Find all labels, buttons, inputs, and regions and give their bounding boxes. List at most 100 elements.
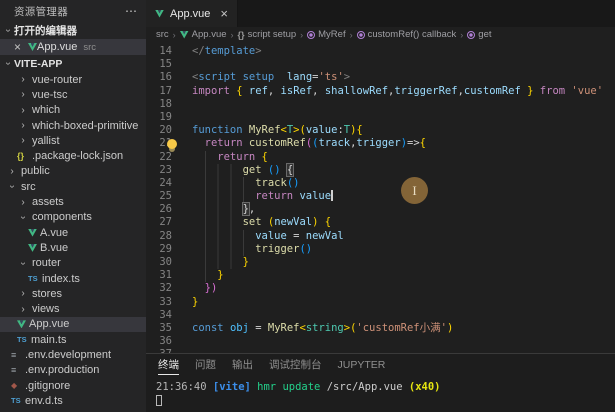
open-editor-item[interactable]: × App.vue src [0, 39, 146, 55]
line-number: 27 [159, 216, 172, 229]
code-line-24[interactable]: 24 track() [146, 176, 615, 191]
code-line-18[interactable]: 18 [146, 98, 615, 111]
more-actions-icon[interactable]: ⋯ [125, 4, 138, 18]
tree-item-app-vue[interactable]: App.vue [0, 316, 146, 333]
breadcrumb: src › App.vue ›{} script setup › MyRef › customR… [146, 27, 615, 42]
panel-tab-JUPYTER[interactable]: JUPYTER [338, 354, 386, 375]
breadcrumb-item-src[interactable]: src [156, 29, 169, 40]
line-content: return { [192, 150, 268, 164]
code-line-14[interactable]: 14 </template> [146, 45, 615, 58]
code-line-23[interactable]: 23 get () { [146, 162, 615, 177]
tree-item-label: .gitignore [25, 379, 71, 392]
panel-tab-调试控制台[interactable]: 调试控制台 [269, 354, 322, 375]
tree-item--env-production[interactable]: ≡ .env.production [0, 363, 146, 378]
project-section-header[interactable]: › VITE-APP [0, 55, 146, 72]
vue-icon [179, 30, 189, 39]
chevron-right-icon: › [10, 165, 14, 177]
code-line-32[interactable]: 32 }) [146, 282, 615, 295]
panel-tab-输出[interactable]: 输出 [232, 354, 253, 375]
line-content: const obj = MyRef<string>('customRef小满') [192, 321, 454, 334]
tree-item-label: src [21, 180, 36, 193]
chevron-right-icon: › [17, 215, 29, 219]
panel-tab-问题[interactable]: 问题 [195, 354, 216, 375]
code-line-15[interactable]: 15 [146, 58, 615, 71]
breadcrumb-item-myref[interactable]: MyRef [307, 29, 346, 40]
code-line-29[interactable]: 29 trigger() [146, 242, 615, 256]
code-line-16[interactable]: 16 <script setup lang='ts'> [146, 71, 615, 84]
tree-item-a-vue[interactable]: A.vue [0, 225, 146, 240]
close-icon[interactable]: × [14, 40, 28, 54]
tree-item-which-boxed-primitive[interactable]: › which-boxed-primitive [0, 118, 146, 133]
line-content: return customRef((track,trigger)=>{ [192, 137, 426, 149]
tree-item-assets[interactable]: › assets [0, 194, 146, 209]
code-line-37[interactable]: 37 [146, 348, 615, 353]
code-line-31[interactable]: 31} [146, 269, 615, 283]
line-number: 24 [159, 176, 172, 189]
tree-item-components[interactable]: › components [0, 210, 146, 225]
code-line-27[interactable]: 27 set (newVal) { [146, 216, 615, 230]
tree-item-stores[interactable]: › stores [0, 286, 146, 301]
code-editor[interactable]: 14 </template> 15 16 <script setup lang='ts'… [146, 42, 615, 353]
chevron-right-icon: › [21, 303, 25, 315]
tree-item-b-vue[interactable]: B.vue [0, 240, 146, 255]
code-line-26[interactable]: 26}, [146, 202, 615, 217]
breadcrumb-item-customref-callback[interactable]: customRef() callback [356, 29, 456, 40]
tree-item--gitignore[interactable]: ◆ .gitignore [0, 378, 146, 393]
tab-app-vue[interactable]: App.vue × [146, 0, 238, 27]
breadcrumb-label: script setup [247, 29, 297, 40]
panel-tab-终端[interactable]: 终端 [158, 354, 179, 375]
tree-item--package-lock-json[interactable]: {} .package-lock.json [0, 148, 146, 163]
code-line-36[interactable]: 36 [146, 335, 615, 348]
breadcrumb-separator: › [172, 29, 176, 40]
open-editors-section-header[interactable]: › 打开的编辑器 [0, 22, 146, 39]
code-line-20[interactable]: 20 function MyRef<T>(value:T){ [146, 124, 615, 137]
line-content: return value [192, 190, 333, 204]
code-line-30[interactable]: 30} [146, 256, 615, 270]
chevron-right-icon: › [21, 135, 25, 147]
bottom-panel: 终端 问题 输出 调试控制台 JUPYTER 21:36:40 [vite] hmr u… [146, 353, 615, 412]
indent-guides [204, 163, 243, 177]
tree-item-index-ts[interactable]: TS index.ts [0, 271, 146, 286]
tree-item-label: .env.production [25, 364, 100, 377]
line-content: value = newVal [192, 229, 344, 243]
chevron-right-icon: › [6, 185, 18, 189]
line-number: 30 [159, 256, 172, 268]
tree-item-vue-tsc[interactable]: › vue-tsc [0, 87, 146, 102]
tree-item--env-development[interactable]: ≡ .env.development [0, 347, 146, 362]
line-number: 18 [159, 97, 172, 110]
tree-item-label: B.vue [40, 241, 69, 254]
tree-item-env-d-ts[interactable]: TS env.d.ts [0, 393, 146, 408]
tree-item-public[interactable]: › public [0, 164, 146, 179]
tree-item-label: assets [32, 196, 64, 209]
tree-item-router[interactable]: › router [0, 256, 146, 271]
breadcrumb-item-script-setup[interactable]: {} script setup [238, 29, 297, 40]
terminal[interactable]: 21:36:40 [vite] hmr update /src/App.vue … [146, 375, 615, 409]
code-line-34[interactable]: 34 [146, 309, 615, 322]
code-line-33[interactable]: 33} [146, 296, 615, 309]
code-line-22[interactable]: 22 return { [146, 150, 615, 164]
tree-item-yallist[interactable]: › yallist [0, 133, 146, 148]
json-icon: {} [17, 151, 25, 162]
tree-item-views[interactable]: › views [0, 301, 146, 316]
vue-icon [28, 228, 37, 237]
close-icon[interactable]: × [220, 6, 228, 21]
tree-item-label: which-boxed-primitive [32, 119, 139, 132]
tree-item-main-ts[interactable]: TS main.ts [0, 332, 146, 347]
vscode-window: 资源管理器 ⋯ › 打开的编辑器 × App.vue src › VITE-AP… [0, 0, 615, 412]
line-number: 31 [159, 269, 172, 282]
tree-item-src[interactable]: › src [0, 179, 146, 194]
code-line-35[interactable]: 35 const obj = MyRef<string>('customRef小满… [146, 322, 615, 335]
indent-guides [204, 176, 256, 191]
tree-item-vue-router[interactable]: › vue-router [0, 72, 146, 87]
breadcrumb-item-app-vue[interactable]: App.vue [179, 29, 227, 40]
breadcrumb-item-get[interactable]: get [467, 29, 492, 40]
code-line-25[interactable]: 25 return value [146, 190, 615, 204]
tree-item-which[interactable]: › which [0, 103, 146, 118]
code-line-21[interactable]: 21 return customRef((track,trigger)=>{ [146, 137, 615, 150]
code-line-28[interactable]: 28 value = newVal [146, 229, 615, 243]
code-line-19[interactable]: 19 [146, 111, 615, 124]
code-line-17[interactable]: 17 import { ref, isRef, shallowRef,trigge… [146, 85, 615, 98]
lightbulb-icon[interactable] [167, 139, 177, 150]
git-icon: ◆ [11, 381, 18, 391]
